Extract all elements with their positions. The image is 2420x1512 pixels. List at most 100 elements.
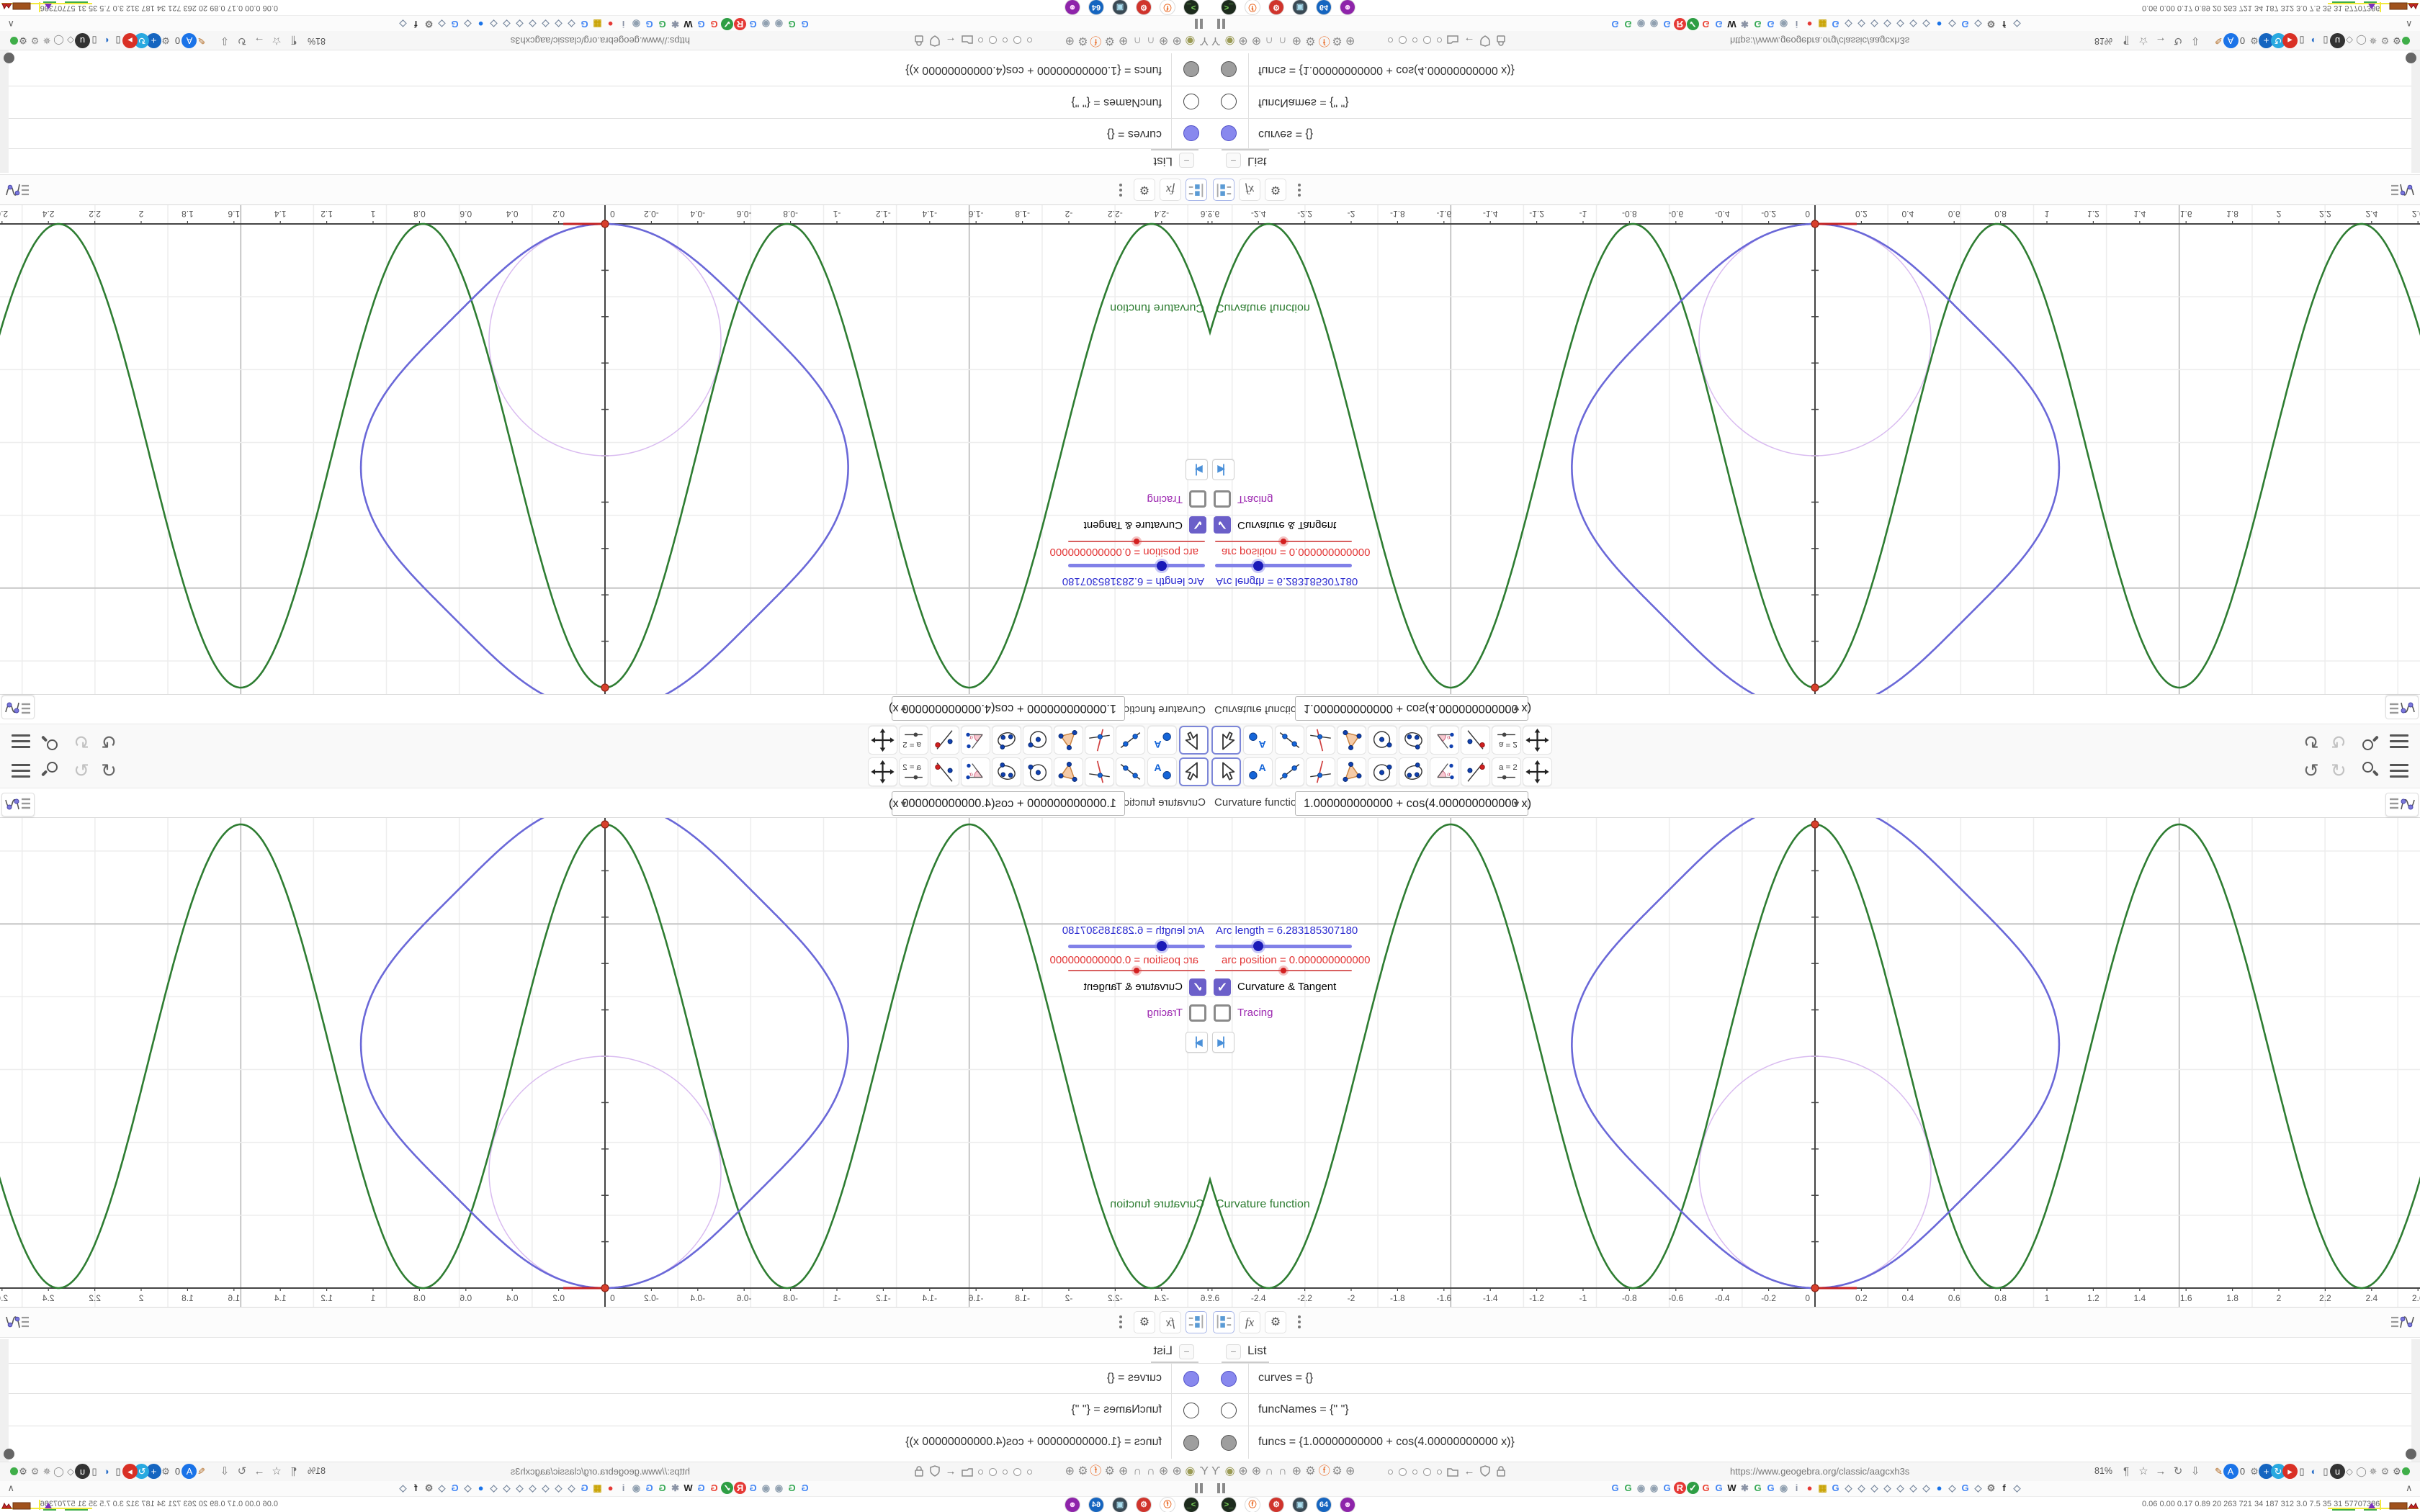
favicon[interactable]: ◇ (1894, 1482, 1906, 1494)
algebra-row-funcs[interactable]: funcs = {1.00000000000 + cos(4.000000000… (1210, 1426, 2420, 1459)
arc-position-slider-knob[interactable] (1281, 968, 1286, 973)
floating-keyboard-button[interactable] (2406, 1449, 2416, 1459)
back-arrow-icon[interactable]: ← (1462, 1464, 1476, 1479)
favicon[interactable]: G (1609, 1482, 1621, 1494)
slider-tool-button[interactable]: a = 2 (1492, 757, 1521, 786)
extension-icon[interactable]: ϒ (1211, 1464, 1225, 1480)
taskbar-app-icon[interactable]: ▣ (1293, 1498, 1307, 1512)
circle-tool-button[interactable] (1368, 757, 1397, 786)
visibility-toggle-gray-icon[interactable] (1221, 1435, 1237, 1451)
reflect-tool-button[interactable] (1461, 757, 1490, 786)
arc-length-slider[interactable] (1215, 945, 1352, 948)
favicon[interactable]: f (1998, 1482, 2010, 1494)
extension-icon[interactable]: ⊕ (1252, 1464, 1265, 1480)
extension-icon[interactable]: ⊕ (1292, 1464, 1306, 1480)
star-icon[interactable]: ☆ (2136, 1464, 2151, 1479)
favicon[interactable]: ◇ (1881, 1482, 1894, 1494)
favicon[interactable]: ◇ (1946, 1482, 1958, 1494)
taskbar-app-icon[interactable]: 64 (1317, 1498, 1331, 1512)
favicon[interactable]: ◇ (1842, 1482, 1855, 1494)
favicon[interactable]: ✓ (1687, 1482, 1699, 1494)
arc-length-slider-knob[interactable] (1253, 941, 1263, 951)
graphics-style-button[interactable] (2385, 793, 2419, 816)
reader-icon[interactable]: ¶ (2119, 1464, 2133, 1479)
algebra-row-curves[interactable]: curves = {} (1210, 1363, 2420, 1393)
polygon-tool-button[interactable] (1337, 757, 1366, 786)
move-graphics-tool-button[interactable] (1523, 757, 1552, 786)
point-icon: A (1249, 762, 1266, 780)
redo-button[interactable]: ↻ (2331, 760, 2347, 780)
scrollbar[interactable] (2411, 1339, 2420, 1462)
move-tool-button[interactable] (1211, 757, 1241, 786)
favicon[interactable]: ◇ (1920, 1482, 1932, 1494)
extension-icon[interactable]: ⊕ (1238, 1464, 1252, 1480)
favicon[interactable]: i (1791, 1482, 1803, 1494)
favicon[interactable]: ● (1803, 1482, 1816, 1494)
extension-icon[interactable]: ◉ (1225, 1464, 1239, 1480)
tracing-checkbox[interactable] (1214, 1004, 1231, 1022)
function-dropdown[interactable]: 1.000000000000 + cos(4.000000000000 x) ▼ (1295, 791, 1531, 816)
favicon[interactable]: G (1700, 1482, 1712, 1494)
algebra-style-button[interactable] (1213, 1311, 1234, 1333)
taskbar-app-icon[interactable]: ⚙ (1269, 1498, 1283, 1512)
favicon[interactable]: R (1674, 1482, 1686, 1494)
favicon[interactable]: G (1752, 1482, 1764, 1494)
search-button[interactable] (2361, 760, 2380, 779)
favicon[interactable]: ◇ (1868, 1482, 1881, 1494)
folder-icon[interactable] (1446, 1466, 1459, 1477)
favicon[interactable]: ◉ (1648, 1482, 1660, 1494)
perpendicular-line-tool-button[interactable] (1306, 757, 1335, 786)
curvature-tangent-checkbox[interactable]: ✓ (1214, 978, 1231, 996)
extension-icon[interactable]: ∩ (1265, 1464, 1278, 1480)
taskbar-app-icon[interactable]: ☻ (1340, 1498, 1355, 1512)
favicon[interactable]: ◇ (1972, 1482, 1984, 1494)
favicon[interactable]: ⚙ (1985, 1482, 1997, 1494)
settings-button[interactable]: ⚙ (1265, 1311, 1286, 1333)
favicon[interactable]: ◇ (1855, 1482, 1868, 1494)
algebra-row-funcnames[interactable]: funcNames = {" "} (1210, 1393, 2420, 1426)
visibility-toggle-on-icon[interactable] (1221, 1371, 1237, 1387)
favicon[interactable]: ◇ (2011, 1482, 2023, 1494)
graphics-view[interactable]: -2.6 -2.4 -2.2 -2 -1.8 -1.6 -1.4 -1.2 -1 -0.8 -0.6… (1210, 818, 2420, 1307)
favicon[interactable]: ▦ (1816, 1482, 1829, 1494)
svg-text:-1.8: -1.8 (1015, 209, 1030, 219)
taskbar-app-icon[interactable]: >_ (1222, 1498, 1236, 1512)
refresh-icon[interactable]: ↻ (2171, 1464, 2185, 1479)
favicon[interactable]: ● (1933, 1482, 1945, 1494)
visibility-toggle-off-icon[interactable] (1221, 1403, 1237, 1418)
favicon[interactable]: G (1713, 1482, 1725, 1494)
line-tool-button[interactable] (1275, 757, 1304, 786)
url-text[interactable]: https://www.geogebra.org/classic/aagcxh3… (1730, 1466, 1909, 1477)
point-tool-button[interactable]: A (1243, 757, 1273, 786)
download-icon[interactable]: ⇩ (2188, 1464, 2202, 1479)
favicon[interactable]: ◉ (1778, 1482, 1790, 1494)
angle-tool-button[interactable]: α (1430, 757, 1459, 786)
favicon[interactable]: G (1661, 1482, 1673, 1494)
collapse-list-button[interactable]: − (1226, 1344, 1241, 1359)
more-options-button[interactable] (1292, 1313, 1307, 1331)
extension-icon[interactable]: ⊕ (1345, 1464, 1359, 1480)
favicon[interactable]: ◇ (1907, 1482, 1919, 1494)
favicon[interactable]: G (1959, 1482, 1971, 1494)
extension-icon[interactable]: ∩ (1278, 1464, 1292, 1480)
taskbar-app-icon[interactable]: ⓕ (1245, 1498, 1260, 1512)
favicon[interactable]: G (1622, 1482, 1634, 1494)
fx-button[interactable]: fx (1239, 1311, 1260, 1333)
arrow-icon[interactable]: → (2154, 1464, 2168, 1479)
favicon: G (1715, 19, 1723, 30)
undo-button[interactable]: ↺ (2303, 760, 2319, 780)
shield-icon[interactable] (1479, 1465, 1491, 1477)
step-button[interactable]: ▶▏ (1212, 1032, 1234, 1053)
taskbar-app-icon: 64 (1089, 0, 1103, 14)
extension-icon[interactable]: ⓕ (1319, 1464, 1332, 1480)
favicon[interactable]: G (1765, 1482, 1777, 1494)
favicon[interactable]: W (1726, 1482, 1738, 1494)
extension-icon[interactable]: ⚙ (1332, 1464, 1345, 1480)
favicon[interactable]: G (1829, 1482, 1842, 1494)
main-menu-button[interactable] (2390, 760, 2408, 781)
extension-icon[interactable]: ⚙ (1305, 1464, 1319, 1480)
chevron-up-icon[interactable]: ∧ (2406, 1482, 2413, 1494)
favicon[interactable]: ✱ (1739, 1482, 1751, 1494)
ellipse-tool-button[interactable] (1399, 757, 1428, 786)
favicon[interactable]: ◉ (1635, 1482, 1647, 1494)
